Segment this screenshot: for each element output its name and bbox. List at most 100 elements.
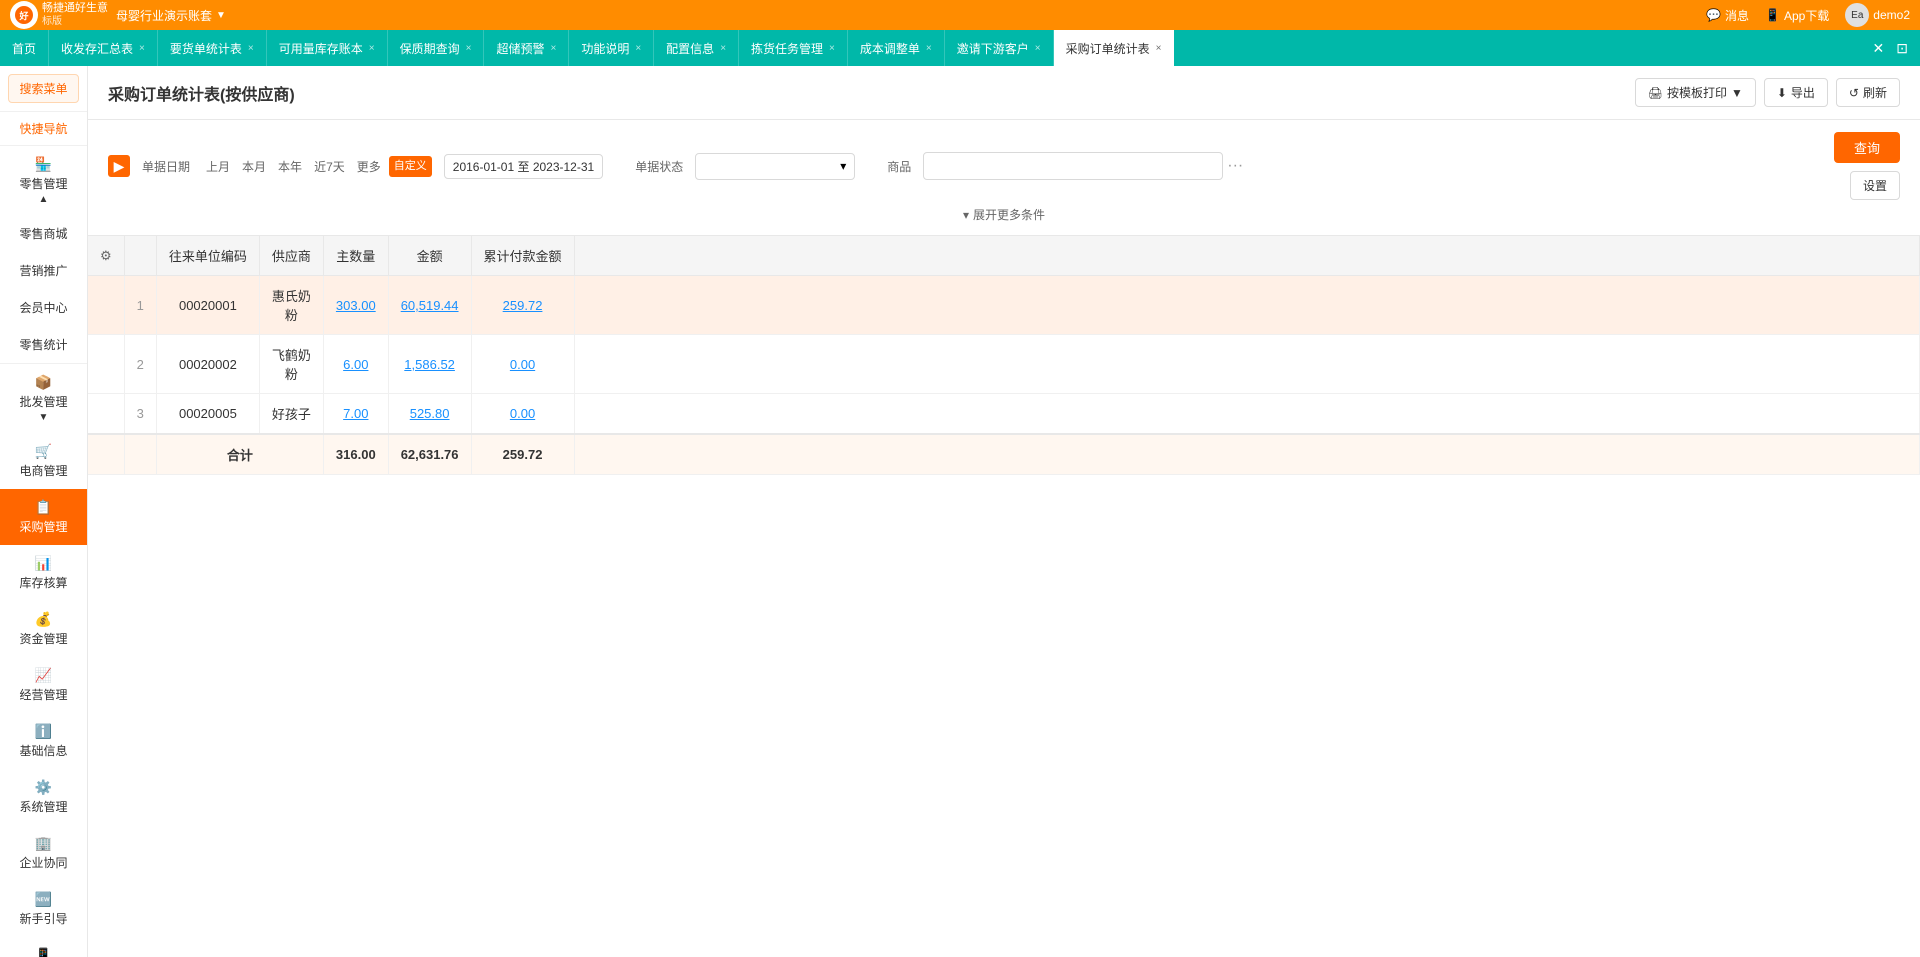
tab-order-summary[interactable]: 要货单统计表 × xyxy=(158,30,267,66)
row-paid: 0.00 xyxy=(471,335,574,394)
sidebar-item-marketing[interactable]: 营销推广 xyxy=(0,252,87,289)
top-bar-right: 💬 消息 📱 App下载 Ea demo2 xyxy=(1706,3,1910,27)
tab-home[interactable]: 首页 xyxy=(0,30,49,66)
date-range-display[interactable]: 2016-01-01 至 2023-12-31 xyxy=(444,154,603,179)
workspace-arrow-icon: ▼ xyxy=(216,10,226,21)
row-paid: 0.00 xyxy=(471,394,574,435)
workspace-selector[interactable]: 母婴行业演示账套 ▼ xyxy=(116,7,226,24)
expand-more-button[interactable]: ▾ 展开更多条件 xyxy=(963,200,1045,223)
inventory-icon: 📊 xyxy=(35,555,52,572)
sidebar-item-inventory[interactable]: 📊 库存核算 xyxy=(0,545,87,601)
table-row: 3 00020005 好孩子 7.00 525.80 0.00 xyxy=(88,394,1920,435)
app-download-button[interactable]: 📱 App下载 xyxy=(1765,7,1829,24)
sidebar-item-basic-info[interactable]: ℹ️ 基础信息 xyxy=(0,713,87,769)
table-footer-row: 合计 316.00 62,631.76 259.72 xyxy=(88,434,1920,475)
sidebar-item-purchase[interactable]: 📋 采购管理 xyxy=(0,489,87,545)
row-settings xyxy=(88,276,124,335)
filter-row: ▶ 单据日期 上月 本月 本年 近7天 更多 自定义 2016-01-01 至 … xyxy=(108,132,1900,200)
content-area: 采购订单统计表(按供应商) 🖨 按模板打印 ▼ ⬇ 导出 ↺ 刷新 xyxy=(88,66,1920,957)
sidebar-item-retail[interactable]: 🏪 零售管理 ▲ xyxy=(0,146,87,215)
close-tab-expiry-query[interactable]: × xyxy=(466,43,472,54)
sidebar: 搜索菜单 快捷导航 🏪 零售管理 ▲ 零售商城 营销推广 会员中心 xyxy=(0,66,88,957)
th-settings: ⚙ xyxy=(88,236,124,276)
sidebar-item-ecommerce[interactable]: 🛒 电商管理 xyxy=(0,433,87,489)
tab-cost-adjust[interactable]: 成本调整单 × xyxy=(848,30,945,66)
sidebar-item-enterprise[interactable]: 🏢 企业协同 xyxy=(0,825,87,881)
settings-button[interactable]: 设置 xyxy=(1850,171,1900,200)
close-tab-invite-downstream[interactable]: × xyxy=(1035,43,1041,54)
date-shortcuts: 上月 本月 本年 近7天 更多 自定义 xyxy=(202,156,432,177)
app-download-icon: 📱 xyxy=(1765,8,1780,22)
tab-inventory-ledger[interactable]: 可用量库存账本 × xyxy=(267,30,388,66)
goods-filter-input[interactable] xyxy=(923,152,1223,180)
th-amount: 金额 xyxy=(388,236,471,276)
sidebar-item-new-guide[interactable]: 🆕 新手引导 xyxy=(0,881,87,937)
sidebar-item-retail-shop[interactable]: 零售商城 xyxy=(0,215,87,252)
sidebar-item-member[interactable]: 会员中心 xyxy=(0,289,87,326)
tab-picking-task[interactable]: 拣货任务管理 × xyxy=(739,30,848,66)
tab-receive-summary[interactable]: 收发存汇总表 × xyxy=(49,30,158,66)
logo-icon: 好 xyxy=(10,1,38,29)
shortcut-this-month[interactable]: 本月 xyxy=(238,156,270,177)
message-button[interactable]: 💬 消息 xyxy=(1706,7,1749,24)
sidebar-item-finance[interactable]: 💰 资金管理 xyxy=(0,601,87,657)
shortcut-7days[interactable]: 近7天 xyxy=(310,156,349,177)
filter-area: ▶ 单据日期 上月 本月 本年 近7天 更多 自定义 2016-01-01 至 … xyxy=(88,120,1920,236)
sidebar-item-wholesale[interactable]: 📦 批发管理 ▼ xyxy=(0,364,87,433)
filter-toggle-button[interactable]: ▶ xyxy=(108,155,130,177)
status-filter-label: 单据状态 xyxy=(635,158,683,175)
tab-config-info[interactable]: 配置信息 × xyxy=(654,30,739,66)
row-qty: 303.00 xyxy=(323,276,388,335)
close-tab-inventory-ledger[interactable]: × xyxy=(369,43,375,54)
close-tab-overstock-warning[interactable]: × xyxy=(550,43,556,54)
logo-area: 好 畅捷通好生意 标版 xyxy=(10,1,108,29)
tab-purchase-summary[interactable]: 采购订单统计表 × xyxy=(1054,30,1175,66)
close-all-tabs-button[interactable]: ✕ xyxy=(1869,36,1889,61)
footer-paid: 259.72 xyxy=(471,434,574,475)
new-guide-icon: 🆕 xyxy=(35,891,52,908)
tab-function-desc[interactable]: 功能说明 × xyxy=(569,30,654,66)
print-button[interactable]: 🖨 按模板打印 ▼ xyxy=(1635,78,1756,107)
search-menu-button[interactable]: 搜索菜单 xyxy=(8,74,79,103)
wholesale-icon: 📦 xyxy=(35,374,52,391)
tab-overstock-warning[interactable]: 超储预警 × xyxy=(484,30,569,66)
quick-nav-button[interactable]: 快捷导航 xyxy=(19,122,67,136)
close-tab-picking-task[interactable]: × xyxy=(829,43,835,54)
expand-more-row: ▾ 展开更多条件 xyxy=(108,200,1900,223)
refresh-button[interactable]: ↺ 刷新 xyxy=(1836,78,1900,107)
table-row: 2 00020002 飞鹤奶粉 6.00 1,586.52 0.00 xyxy=(88,335,1920,394)
close-tab-receive-summary[interactable]: × xyxy=(139,43,145,54)
sidebar-item-operations[interactable]: 📈 经营管理 xyxy=(0,657,87,713)
row-settings xyxy=(88,394,124,435)
shortcut-this-year[interactable]: 本年 xyxy=(274,156,306,177)
sidebar-search-section: 搜索菜单 xyxy=(0,66,87,112)
print-icon: 🖨 xyxy=(1648,86,1663,100)
row-code: 00020002 xyxy=(156,335,259,394)
close-tab-config-info[interactable]: × xyxy=(720,43,726,54)
retail-icon: 🏪 xyxy=(35,156,52,173)
export-button[interactable]: ⬇ 导出 xyxy=(1764,78,1828,107)
column-settings-icon[interactable]: ⚙ xyxy=(100,248,112,263)
operations-icon: 📈 xyxy=(35,667,52,684)
row-code: 00020001 xyxy=(156,276,259,335)
sidebar-item-system[interactable]: ⚙️ 系统管理 xyxy=(0,769,87,825)
sidebar-item-retail-stats[interactable]: 零售统计 xyxy=(0,326,87,363)
shortcut-last-month[interactable]: 上月 xyxy=(202,156,234,177)
close-tab-purchase-summary[interactable]: × xyxy=(1156,43,1162,54)
goods-more-icon[interactable]: ··· xyxy=(1227,157,1243,175)
expand-icon: ▾ xyxy=(963,208,969,222)
maximize-button[interactable]: ⊡ xyxy=(1892,36,1912,61)
shortcut-more[interactable]: 更多 xyxy=(353,156,385,177)
logo-text: 畅捷通好生意 标版 xyxy=(42,2,108,27)
refresh-icon: ↺ xyxy=(1849,86,1859,100)
row-amount: 60,519.44 xyxy=(388,276,471,335)
user-profile[interactable]: Ea demo2 xyxy=(1845,3,1910,27)
query-button[interactable]: 查询 xyxy=(1834,132,1900,163)
close-tab-cost-adjust[interactable]: × xyxy=(926,43,932,54)
tab-expiry-query[interactable]: 保质期查询 × xyxy=(388,30,485,66)
status-select[interactable]: ▾ xyxy=(695,153,855,180)
close-tab-function-desc[interactable]: × xyxy=(635,43,641,54)
tab-invite-downstream[interactable]: 邀请下游客户 × xyxy=(945,30,1054,66)
close-tab-order-summary[interactable]: × xyxy=(248,43,254,54)
sidebar-item-app-center[interactable]: 📱 应用中心 xyxy=(0,937,87,957)
